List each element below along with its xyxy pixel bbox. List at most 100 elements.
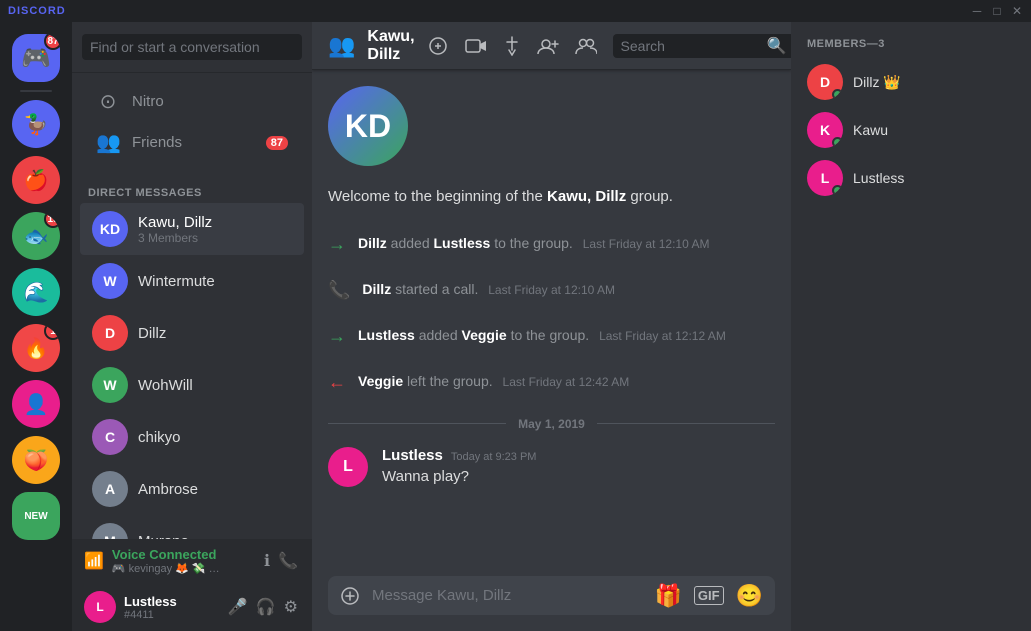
maximize-button[interactable]: □	[991, 5, 1003, 17]
server-icon-5[interactable]: 🔥 1	[12, 324, 60, 372]
server-5-badge: 1	[44, 324, 60, 340]
server-icon-7[interactable]: 🍑	[12, 436, 60, 484]
app-layout: 🎮 87 🦆 🍎 🐟 19 🌊 🔥 1 👤 🍑 NEW	[0, 22, 1031, 631]
user-actions: 🎤 🎧 ⚙	[226, 595, 300, 619]
server-icon-3[interactable]: 🐟 19	[12, 212, 60, 260]
dm-info-murano: Murano	[138, 533, 292, 540]
dm-item-murano[interactable]: M Murano	[80, 515, 304, 539]
server-separator	[20, 90, 52, 92]
server-icon-6[interactable]: 👤	[12, 380, 60, 428]
dm-item-wintermute[interactable]: W Wintermute	[80, 255, 304, 307]
settings-button[interactable]: ⚙	[282, 595, 300, 619]
sys-text-1: Dillz started a call. Last Friday at 12:…	[362, 279, 615, 300]
member-item-kawu[interactable]: K Kawu	[799, 106, 1023, 154]
system-msg-3: ← Veggie left the group. Last Friday at …	[328, 367, 775, 397]
avatar-dillz: D	[92, 315, 128, 351]
dm-item-wohwill[interactable]: W WohWill	[80, 359, 304, 411]
deafen-button[interactable]: 🎧	[254, 595, 278, 619]
search-icon: 🔍	[767, 36, 787, 56]
member-avatar-kawu: K	[807, 112, 843, 148]
sys-text-2: Lustless added Veggie to the group. Last…	[358, 325, 726, 346]
mute-button[interactable]: 🎤	[226, 595, 250, 619]
pin-button[interactable]	[503, 36, 521, 56]
nitro-icon: ⊙	[96, 89, 120, 114]
dm-info-wintermute: Wintermute	[138, 273, 292, 290]
server-list: 🎮 87 🦆 🍎 🐟 19 🌊 🔥 1 👤 🍑 NEW	[0, 22, 72, 631]
search-box: 🔍	[613, 34, 791, 58]
msg-header-lustless: Lustless Today at 9:23 PM	[382, 447, 775, 464]
date-divider-text: May 1, 2019	[518, 417, 585, 431]
member-item-dillz[interactable]: D Dillz 👑	[799, 58, 1023, 106]
system-msg-1: 📞 Dillz started a call. Last Friday at 1…	[328, 275, 775, 305]
member-item-lustless[interactable]: L Lustless	[799, 154, 1023, 202]
member-avatar-lustless: L	[807, 160, 843, 196]
nav-item-friends[interactable]: 👥 Friends 87	[80, 122, 304, 163]
dm-section-header: DIRECT MESSAGES	[72, 171, 312, 203]
arrow-right-icon-0: →	[328, 234, 346, 255]
member-name-lustless: Lustless	[853, 170, 904, 186]
server-icon-2[interactable]: 🍎	[12, 156, 60, 204]
user-info: Lustless #4411	[124, 594, 218, 621]
msg-author-lustless: Lustless	[382, 447, 443, 464]
dm-name-wohwill: WohWill	[138, 377, 292, 394]
call-button[interactable]	[427, 37, 449, 55]
chat-input-area: 🎁 GIF 😊	[312, 568, 791, 631]
voice-info-button[interactable]: ℹ	[262, 549, 272, 573]
avatar-murano: M	[92, 523, 128, 539]
sys-time-3: Last Friday at 12:42 AM	[503, 375, 630, 389]
voice-signal-icon: 📶	[84, 551, 104, 571]
chat-area: 👥 Kawu, Dillz	[312, 22, 791, 631]
chat-type-icon: 👥	[328, 33, 355, 59]
video-button[interactable]	[465, 37, 487, 55]
search-input[interactable]	[621, 38, 761, 54]
gift-button[interactable]: 🎁	[651, 579, 686, 613]
user-tag: #4411	[124, 609, 218, 621]
dm-name-dillz: Dillz	[138, 325, 292, 342]
dm-item-kawu-dillz[interactable]: KD Kawu, Dillz 3 Members	[80, 203, 304, 255]
dm-info-chikyo: chikyo	[138, 429, 292, 446]
voice-connected-bar: 📶 Voice Connected 🎮 kevingay 🦊 💸 … ℹ 📞	[72, 539, 312, 583]
gif-button[interactable]: GIF	[694, 586, 724, 605]
welcome-text-pre: Welcome to the beginning of the	[328, 188, 547, 205]
dm-item-dillz[interactable]: D Dillz	[80, 307, 304, 359]
chat-header-actions: 🔍	[427, 34, 791, 58]
user-bar: L Lustless #4411 🎤 🎧 ⚙	[72, 583, 312, 631]
member-status-dillz	[832, 89, 843, 100]
dm-item-ambrose[interactable]: A Ambrose	[80, 463, 304, 515]
sys-text-0: Dillz added Lustless to the group. Last …	[358, 233, 709, 254]
avatar-chikyo: C	[92, 419, 128, 455]
msg-time-lustless: Today at 9:23 PM	[451, 451, 537, 463]
dm-name-ambrose: Ambrose	[138, 481, 292, 498]
server-icon-home[interactable]: 🎮 87	[12, 34, 60, 82]
friends-icon: 👥	[96, 130, 120, 155]
chat-message-lustless: L Lustless Today at 9:23 PM Wanna play?	[328, 443, 775, 491]
emoji-button[interactable]: 😊	[732, 579, 767, 613]
welcome-name: Kawu, Dillz	[547, 188, 626, 205]
server-icon-4[interactable]: 🌊	[12, 268, 60, 316]
minimize-button[interactable]: ─	[971, 5, 983, 17]
close-button[interactable]: ✕	[1011, 5, 1023, 17]
voice-disconnect-button[interactable]: 📞	[276, 549, 300, 573]
home-badge: 87	[44, 34, 60, 50]
welcome-message: Welcome to the beginning of the Kawu, Di…	[328, 178, 775, 225]
titlebar-controls: ─ □ ✕	[971, 5, 1023, 17]
dm-nav: ⊙ Nitro 👥 Friends 87	[72, 73, 312, 171]
welcome-text-post: group.	[626, 188, 673, 205]
find-conversation-input[interactable]	[82, 34, 302, 60]
member-status-kawu	[832, 137, 843, 148]
phone-icon-1: 📞	[328, 280, 350, 301]
date-divider: May 1, 2019	[328, 401, 775, 439]
system-msg-2: → Lustless added Veggie to the group. La…	[328, 321, 775, 351]
add-attachment-button[interactable]	[336, 582, 364, 610]
voice-info: Voice Connected 🎮 kevingay 🦊 💸 …	[112, 547, 254, 575]
nav-item-nitro[interactable]: ⊙ Nitro	[80, 81, 304, 122]
message-input[interactable]	[372, 576, 643, 615]
add-member-button[interactable]	[537, 37, 559, 55]
msg-avatar-lustless: L	[328, 447, 368, 487]
msg-text-lustless: Wanna play?	[382, 466, 775, 487]
server-3-badge: 19	[44, 212, 60, 228]
server-icon-1[interactable]: 🦆	[12, 100, 60, 148]
server-icon-new[interactable]: NEW	[12, 492, 60, 540]
members-button[interactable]	[575, 37, 597, 55]
dm-item-chikyo[interactable]: C chikyo	[80, 411, 304, 463]
